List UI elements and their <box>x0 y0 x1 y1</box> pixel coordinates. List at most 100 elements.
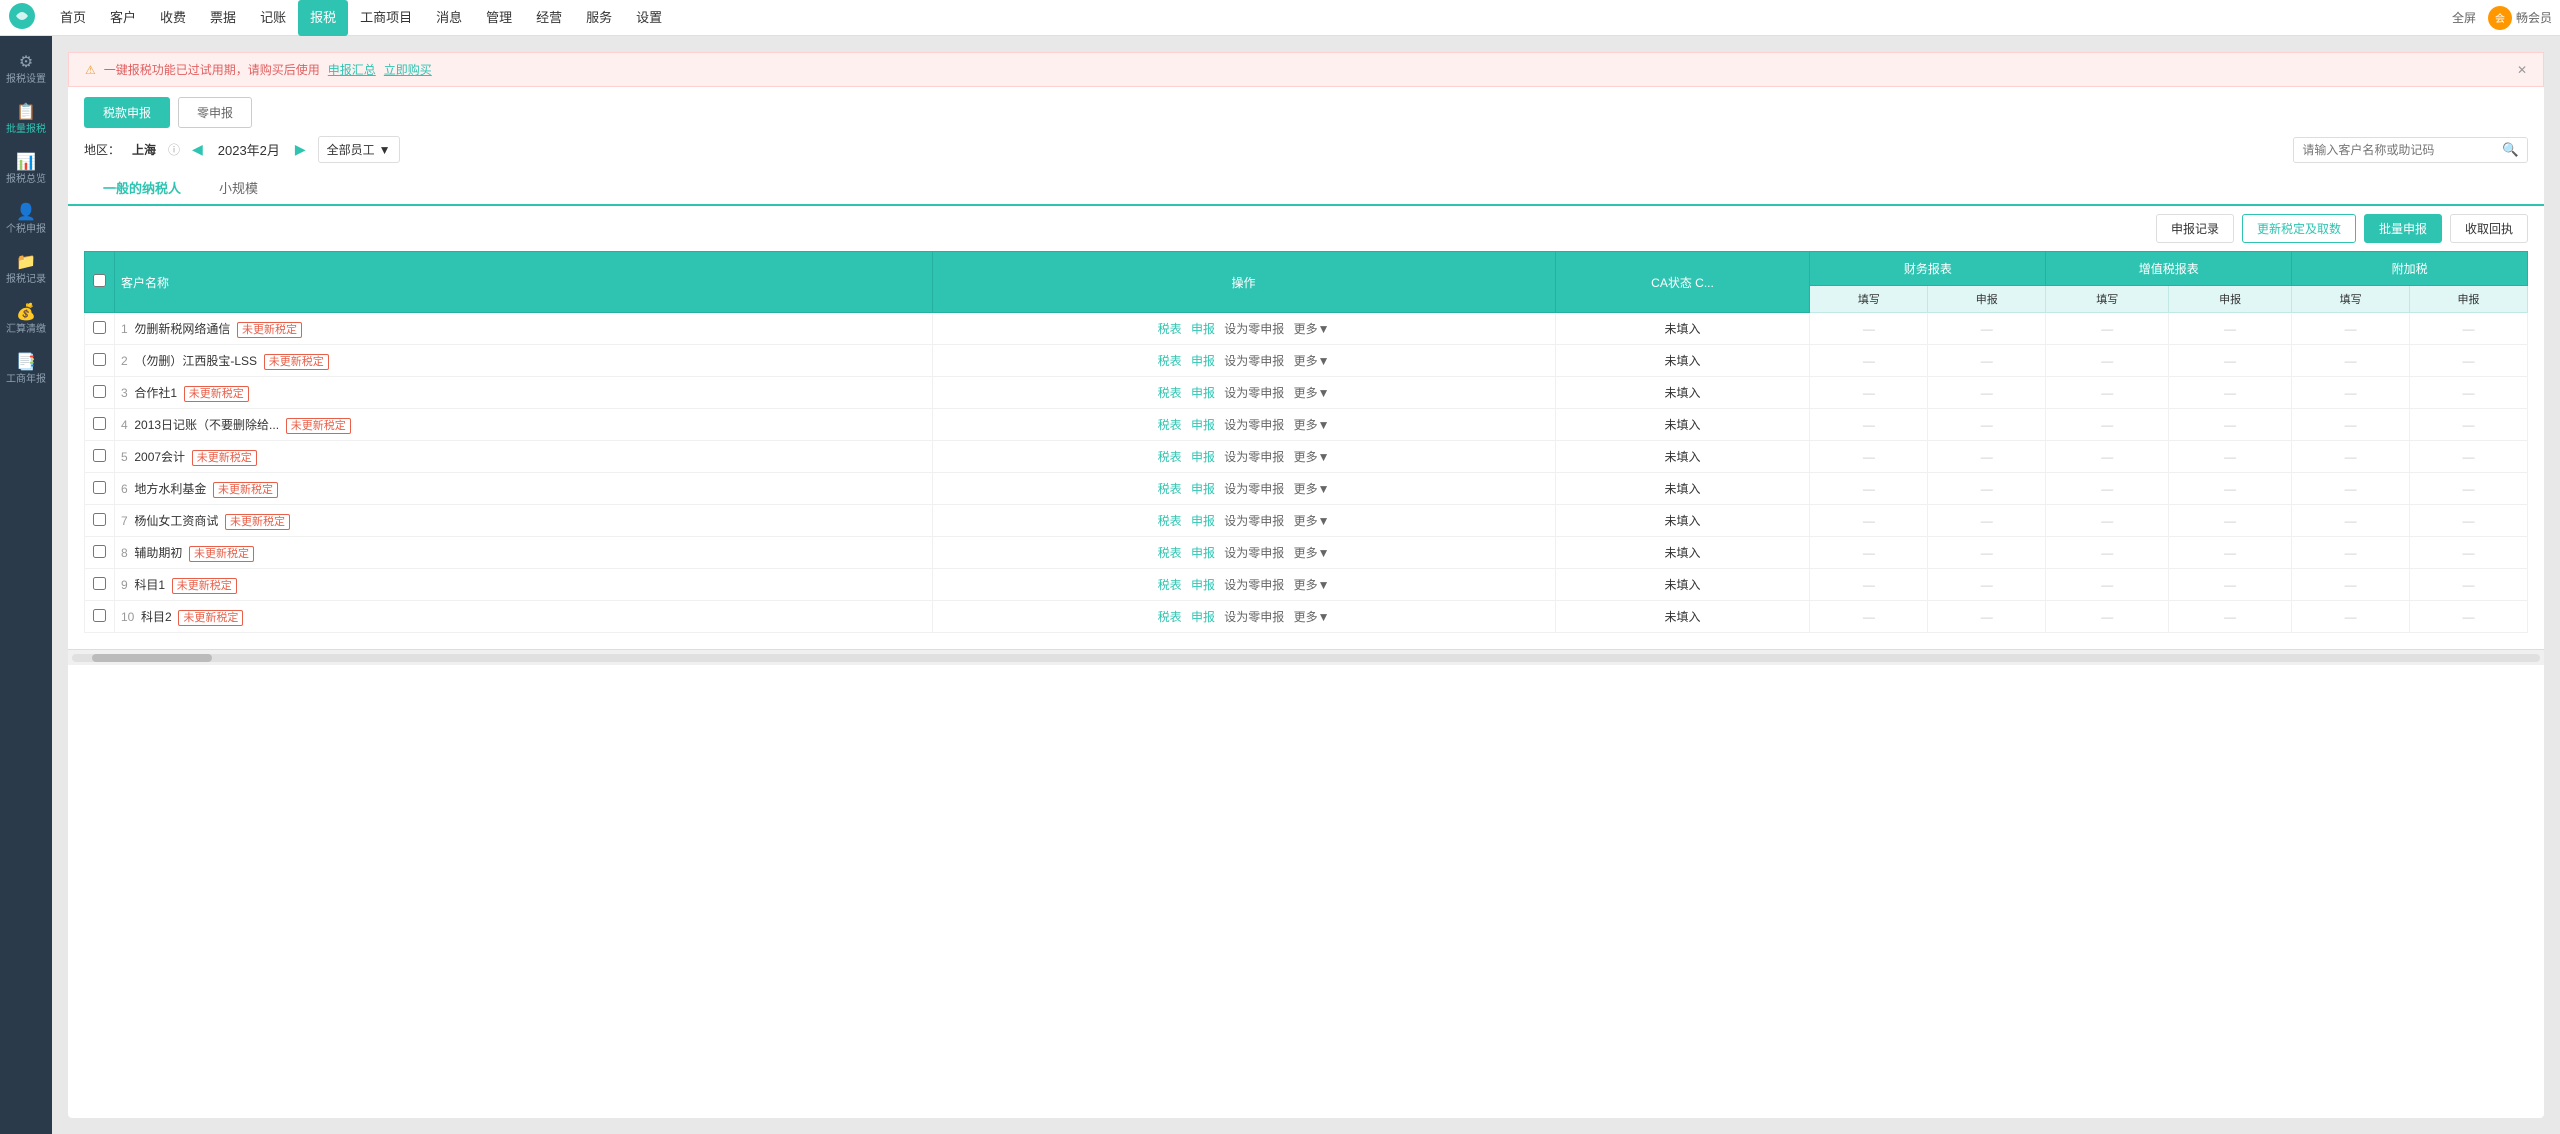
search-input[interactable] <box>2294 139 2494 161</box>
row-op-declare-0[interactable]: 申报 <box>1191 322 1215 336</box>
row-op-more-4[interactable]: 更多▼ <box>1294 450 1330 464</box>
row-op-more-3[interactable]: 更多▼ <box>1294 418 1330 432</box>
row-op-taxform-8[interactable]: 税表 <box>1158 578 1182 592</box>
member-button[interactable]: 会 畅会员 <box>2488 6 2552 30</box>
row-op-zero-5[interactable]: 设为零申报 <box>1224 482 1284 496</box>
row-op-taxform-4[interactable]: 税表 <box>1158 450 1182 464</box>
row-op-taxform-3[interactable]: 税表 <box>1158 418 1182 432</box>
sidebar-item-tax-records[interactable]: 📁 报税记录 <box>0 244 52 294</box>
sidebar-item-business-annual[interactable]: 📑 工商年报 <box>0 344 52 394</box>
row-checkbox-cell-6[interactable] <box>85 505 115 537</box>
row-checkbox-3[interactable] <box>93 417 106 430</box>
row-op-zero-4[interactable]: 设为零申报 <box>1224 450 1284 464</box>
row-checkbox-2[interactable] <box>93 385 106 398</box>
horizontal-scrollbar[interactable] <box>68 649 2544 665</box>
sidebar-item-personal-tax[interactable]: 👤 个税申报 <box>0 194 52 244</box>
th-select-all[interactable] <box>85 252 115 313</box>
region-info-icon[interactable]: ⓘ <box>168 141 180 158</box>
row-checkbox-cell-3[interactable] <box>85 409 115 441</box>
search-button[interactable]: 🔍 <box>2494 138 2527 162</box>
update-tax-settings-button[interactable]: 更新税定及取数 <box>2242 214 2356 243</box>
row-checkbox-4[interactable] <box>93 449 106 462</box>
row-checkbox-6[interactable] <box>93 513 106 526</box>
tab-general-taxpayer[interactable]: 一般的纳税人 <box>84 171 200 206</box>
sidebar-item-tax-overview[interactable]: 📊 报税总览 <box>0 144 52 194</box>
banner-close-button[interactable]: ✕ <box>2517 63 2527 77</box>
row-op-more-1[interactable]: 更多▼ <box>1294 354 1330 368</box>
date-prev-button[interactable]: ◀ <box>192 141 203 158</box>
row-op-declare-9[interactable]: 申报 <box>1191 610 1215 624</box>
row-op-more-0[interactable]: 更多▼ <box>1294 322 1330 336</box>
sidebar-item-batch-tax[interactable]: 📋 批量报税 <box>0 94 52 144</box>
tab-tax-declaration[interactable]: 税款申报 <box>84 97 170 128</box>
row-checkbox-8[interactable] <box>93 577 106 590</box>
nav-item-business[interactable]: 工商项目 <box>348 0 424 36</box>
nav-item-charge[interactable]: 收费 <box>148 0 198 36</box>
row-checkbox-cell-5[interactable] <box>85 473 115 505</box>
row-op-taxform-5[interactable]: 税表 <box>1158 482 1182 496</box>
sidebar-item-annual-settlement[interactable]: 💰 汇算清缴 <box>0 294 52 344</box>
row-op-declare-4[interactable]: 申报 <box>1191 450 1215 464</box>
nav-item-operation[interactable]: 经营 <box>524 0 574 36</box>
row-op-taxform-2[interactable]: 税表 <box>1158 386 1182 400</box>
row-op-taxform-0[interactable]: 税表 <box>1158 322 1182 336</box>
banner-link-summary[interactable]: 申报汇总 <box>328 61 376 78</box>
batch-declaration-button[interactable]: 批量申报 <box>2364 214 2442 243</box>
row-op-declare-2[interactable]: 申报 <box>1191 386 1215 400</box>
row-op-more-5[interactable]: 更多▼ <box>1294 482 1330 496</box>
row-op-zero-3[interactable]: 设为零申报 <box>1224 418 1284 432</box>
row-checkbox-cell-8[interactable] <box>85 569 115 601</box>
nav-item-message[interactable]: 消息 <box>424 0 474 36</box>
row-op-more-8[interactable]: 更多▼ <box>1294 578 1330 592</box>
row-checkbox-cell-7[interactable] <box>85 537 115 569</box>
nav-item-home[interactable]: 首页 <box>48 0 98 36</box>
row-op-more-9[interactable]: 更多▼ <box>1294 610 1330 624</box>
row-op-more-6[interactable]: 更多▼ <box>1294 514 1330 528</box>
row-op-zero-6[interactable]: 设为零申报 <box>1224 514 1284 528</box>
row-checkbox-7[interactable] <box>93 545 106 558</box>
nav-item-invoice[interactable]: 票据 <box>198 0 248 36</box>
department-select[interactable]: 全部员工 ▼ <box>318 136 400 163</box>
row-op-zero-8[interactable]: 设为零申报 <box>1224 578 1284 592</box>
nav-item-tax[interactable]: 报税 <box>298 0 348 36</box>
fullscreen-button[interactable]: 全屏 <box>2452 9 2476 26</box>
collect-receipt-button[interactable]: 收取回执 <box>2450 214 2528 243</box>
row-op-taxform-7[interactable]: 税表 <box>1158 546 1182 560</box>
scroll-thumb[interactable] <box>92 654 212 662</box>
row-op-taxform-1[interactable]: 税表 <box>1158 354 1182 368</box>
row-op-zero-7[interactable]: 设为零申报 <box>1224 546 1284 560</box>
date-next-button[interactable]: ▶ <box>295 141 306 158</box>
row-op-declare-7[interactable]: 申报 <box>1191 546 1215 560</box>
row-checkbox-9[interactable] <box>93 609 106 622</box>
row-op-declare-6[interactable]: 申报 <box>1191 514 1215 528</box>
row-checkbox-1[interactable] <box>93 353 106 366</box>
sidebar-item-tax-settings[interactable]: ⚙ 报税设置 <box>0 44 52 94</box>
row-op-more-7[interactable]: 更多▼ <box>1294 546 1330 560</box>
row-checkbox-cell-9[interactable] <box>85 601 115 633</box>
row-checkbox-0[interactable] <box>93 321 106 334</box>
nav-item-settings[interactable]: 设置 <box>624 0 674 36</box>
row-checkbox-cell-4[interactable] <box>85 441 115 473</box>
row-op-more-2[interactable]: 更多▼ <box>1294 386 1330 400</box>
nav-item-manage[interactable]: 管理 <box>474 0 524 36</box>
row-op-declare-8[interactable]: 申报 <box>1191 578 1215 592</box>
row-op-zero-0[interactable]: 设为零申报 <box>1224 322 1284 336</box>
row-checkbox-5[interactable] <box>93 481 106 494</box>
nav-item-service[interactable]: 服务 <box>574 0 624 36</box>
row-op-declare-1[interactable]: 申报 <box>1191 354 1215 368</box>
row-op-declare-3[interactable]: 申报 <box>1191 418 1215 432</box>
row-checkbox-cell-1[interactable] <box>85 345 115 377</box>
row-op-taxform-6[interactable]: 税表 <box>1158 514 1182 528</box>
declaration-record-button[interactable]: 申报记录 <box>2156 214 2234 243</box>
tab-zero-declaration[interactable]: 零申报 <box>178 97 252 128</box>
row-op-taxform-9[interactable]: 税表 <box>1158 610 1182 624</box>
nav-item-customer[interactable]: 客户 <box>98 0 148 36</box>
row-checkbox-cell-2[interactable] <box>85 377 115 409</box>
row-op-zero-1[interactable]: 设为零申报 <box>1224 354 1284 368</box>
select-all-checkbox[interactable] <box>93 274 106 287</box>
banner-link-buy[interactable]: 立即购买 <box>384 61 432 78</box>
nav-item-account[interactable]: 记账 <box>248 0 298 36</box>
row-op-zero-2[interactable]: 设为零申报 <box>1224 386 1284 400</box>
row-op-declare-5[interactable]: 申报 <box>1191 482 1215 496</box>
row-checkbox-cell-0[interactable] <box>85 313 115 345</box>
